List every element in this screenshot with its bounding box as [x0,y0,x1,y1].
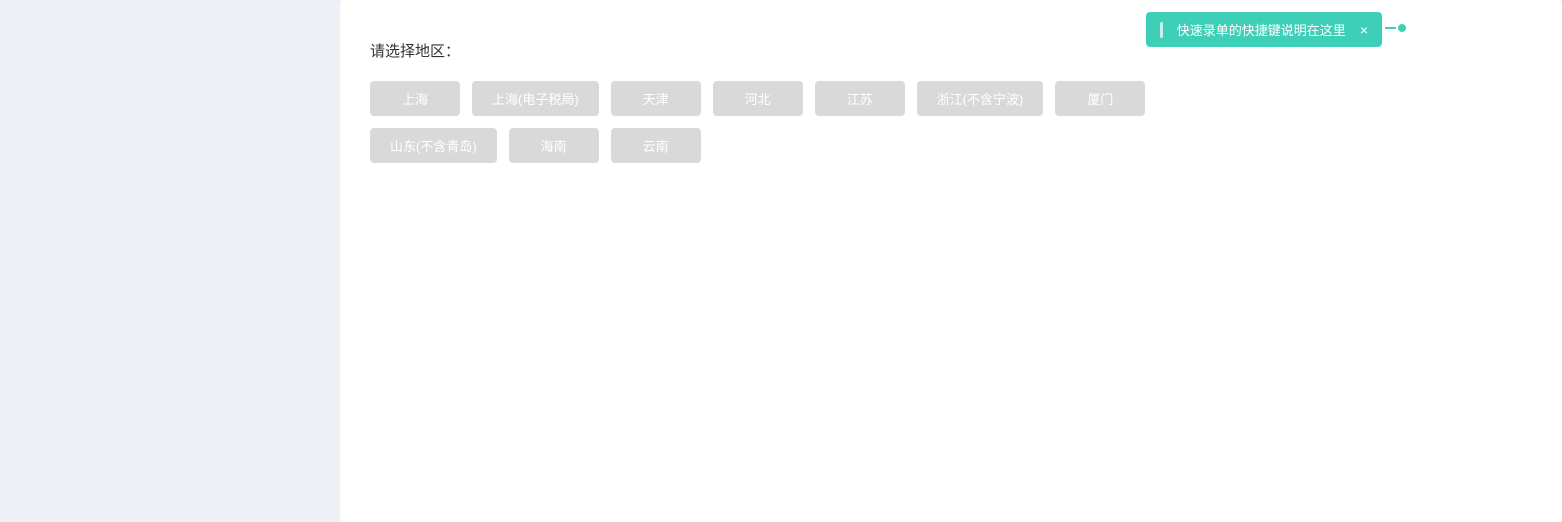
region-button[interactable]: 上海 [370,81,460,116]
region-button[interactable]: 云南 [611,128,701,163]
tooltip-dot [1396,22,1408,34]
region-buttons-row-2: 山东(不含青岛) 海南云南 [370,128,1532,163]
region-button[interactable]: 海南 [509,128,599,163]
region-button[interactable]: 江苏 [815,81,905,116]
region-button[interactable]: 河北 [713,81,803,116]
region-buttons-row-1: 上海上海(电子税局) 天津河北江苏浙江(不含宁波) 厦门 [370,81,1532,116]
tooltip-banner: 快速录单的快捷键说明在这里 × [1146,12,1382,47]
region-button[interactable]: 天津 [611,81,701,116]
close-icon[interactable]: × [1360,22,1368,38]
tooltip-bar [1160,22,1163,38]
region-button[interactable]: 厦门 [1055,81,1145,116]
region-button[interactable]: 浙江(不含宁波) [917,81,1044,116]
region-button[interactable]: 上海(电子税局) [472,81,599,116]
tooltip-text: 快速录单的快捷键说明在这里 [1177,20,1346,39]
sidebar [0,0,340,522]
main-content: 快速录单的快捷键说明在这里 × 请选择地区： 上海上海(电子税局)天津河北江苏浙… [340,0,1562,522]
region-button[interactable]: 山东(不含青岛) [370,128,497,163]
